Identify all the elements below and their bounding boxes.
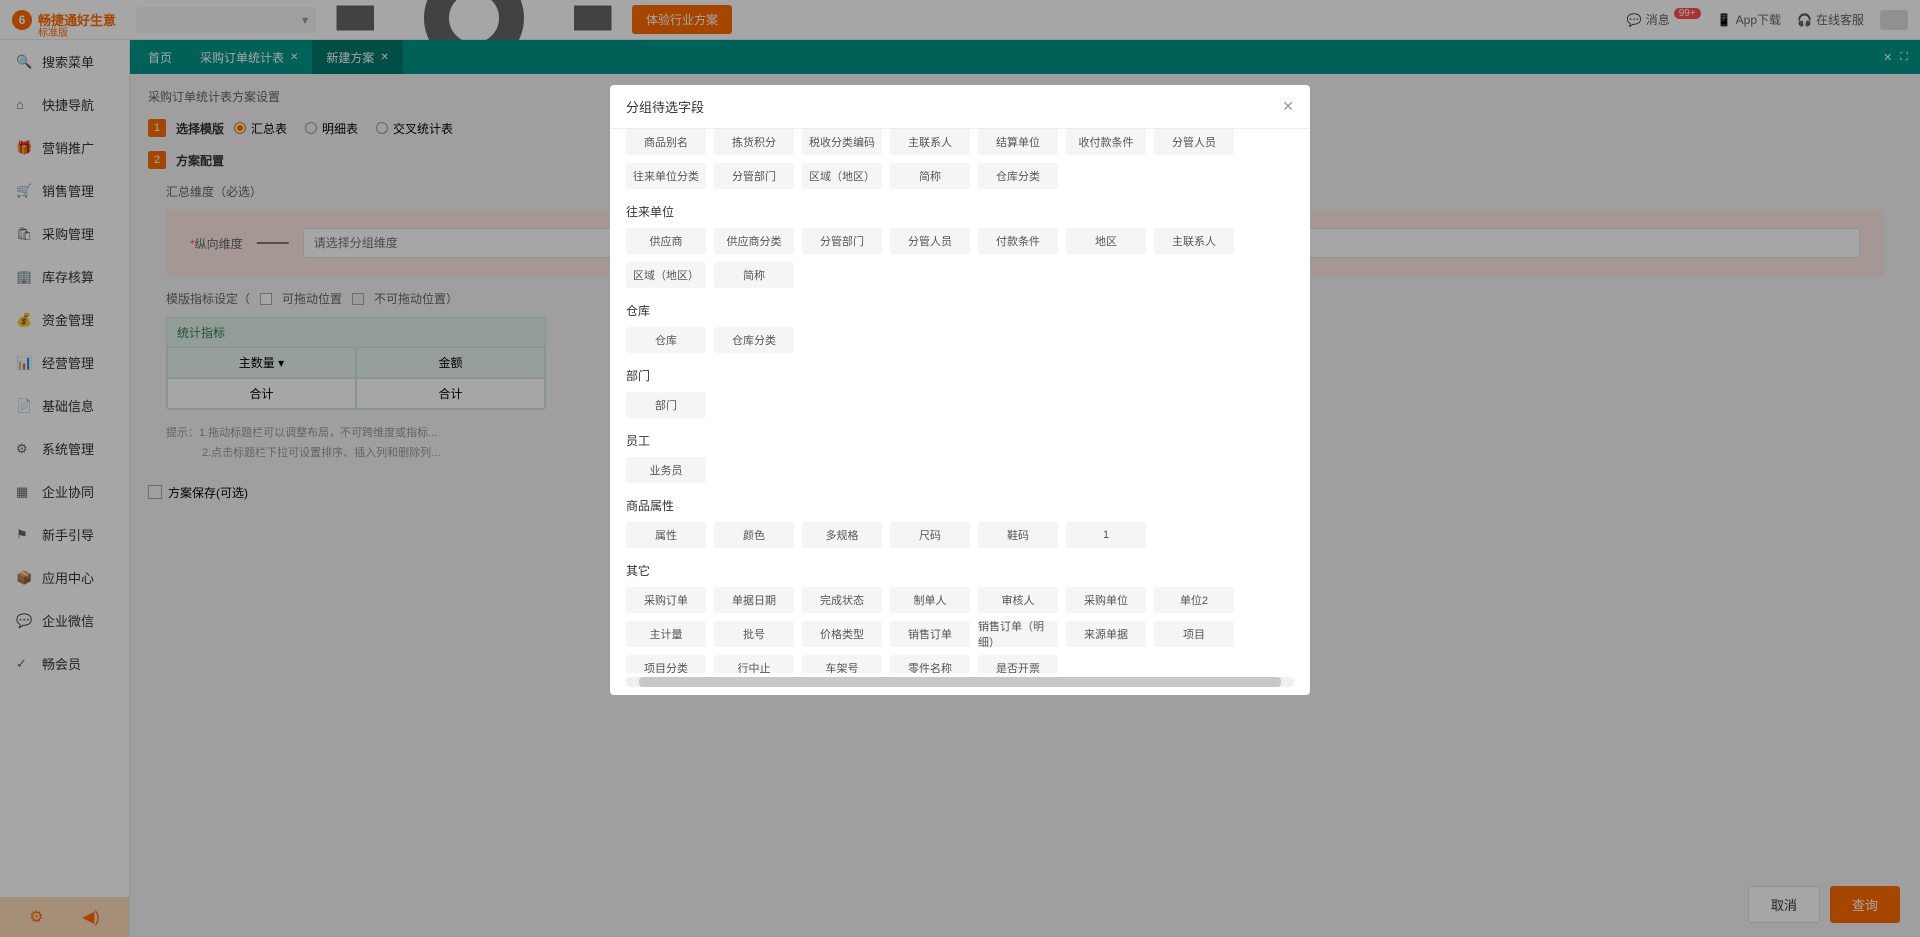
field-chip[interactable]: 主联系人 <box>1154 228 1234 254</box>
field-chip[interactable]: 仓库分类 <box>978 163 1058 189</box>
field-chip[interactable]: 1 <box>1066 522 1146 548</box>
field-chip[interactable]: 分管部门 <box>802 228 882 254</box>
field-group-title: 仓库 <box>626 302 1294 319</box>
field-chip[interactable]: 来源单据 <box>1066 621 1146 647</box>
field-chip[interactable]: 行中止 <box>714 655 794 673</box>
field-chip[interactable]: 付款条件 <box>978 228 1058 254</box>
field-chip[interactable]: 鞋码 <box>978 522 1058 548</box>
field-chip[interactable]: 结算单位 <box>978 129 1058 155</box>
field-chip[interactable]: 业务员 <box>626 457 706 483</box>
horizontal-scrollbar[interactable] <box>626 677 1294 687</box>
field-chip[interactable]: 主联系人 <box>890 129 970 155</box>
field-chip[interactable]: 区域（地区） <box>802 163 882 189</box>
field-group-title: 部门 <box>626 367 1294 384</box>
modal-title: 分组待选字段 <box>626 97 704 116</box>
field-chip[interactable]: 尺码 <box>890 522 970 548</box>
field-chip[interactable]: 项目分类 <box>626 655 706 673</box>
field-chip[interactable]: 单位2 <box>1154 587 1234 613</box>
field-select-modal: 分组待选字段 ✕ 商品别名拣货积分税收分类编码主联系人结算单位收付款条件分管人员… <box>610 85 1310 695</box>
field-chip[interactable]: 税收分类编码 <box>802 129 882 155</box>
field-chip[interactable]: 供应商 <box>626 228 706 254</box>
field-chip[interactable]: 简称 <box>890 163 970 189</box>
field-chip[interactable]: 采购订单 <box>626 587 706 613</box>
field-chip[interactable]: 分管人员 <box>890 228 970 254</box>
field-group-title: 员工 <box>626 432 1294 449</box>
field-chip[interactable]: 单据日期 <box>714 587 794 613</box>
field-chip[interactable]: 项目 <box>1154 621 1234 647</box>
field-chip[interactable]: 制单人 <box>890 587 970 613</box>
field-chip[interactable]: 地区 <box>1066 228 1146 254</box>
field-chip[interactable]: 采购单位 <box>1066 587 1146 613</box>
field-chip[interactable]: 完成状态 <box>802 587 882 613</box>
field-chip[interactable]: 多规格 <box>802 522 882 548</box>
field-chip[interactable]: 零件名称 <box>890 655 970 673</box>
field-group-title: 往来单位 <box>626 203 1294 220</box>
field-chip[interactable]: 是否开票 <box>978 655 1058 673</box>
field-chip[interactable]: 销售订单（明细） <box>978 621 1058 647</box>
field-chip[interactable]: 主计量 <box>626 621 706 647</box>
field-chip[interactable]: 价格类型 <box>802 621 882 647</box>
field-chip[interactable]: 仓库 <box>626 327 706 353</box>
field-chip[interactable]: 分管人员 <box>1154 129 1234 155</box>
field-chip[interactable]: 往来单位分类 <box>626 163 706 189</box>
field-chip[interactable]: 部门 <box>626 392 706 418</box>
field-chip[interactable]: 供应商分类 <box>714 228 794 254</box>
field-chip[interactable]: 车架号 <box>802 655 882 673</box>
field-group-title: 商品属性 <box>626 497 1294 514</box>
field-chip[interactable]: 批号 <box>714 621 794 647</box>
field-group-title: 其它 <box>626 562 1294 579</box>
field-chip[interactable]: 简称 <box>714 262 794 288</box>
field-chip[interactable]: 属性 <box>626 522 706 548</box>
field-chip[interactable]: 审核人 <box>978 587 1058 613</box>
scrollbar-thumb[interactable] <box>639 677 1280 687</box>
field-chip[interactable]: 颜色 <box>714 522 794 548</box>
field-chip[interactable]: 仓库分类 <box>714 327 794 353</box>
close-icon[interactable]: ✕ <box>1282 98 1294 115</box>
field-chip[interactable]: 分管部门 <box>714 163 794 189</box>
field-chip[interactable]: 区域（地区） <box>626 262 706 288</box>
field-chip[interactable]: 拣货积分 <box>714 129 794 155</box>
field-chip[interactable]: 销售订单 <box>890 621 970 647</box>
field-chip[interactable]: 商品别名 <box>626 129 706 155</box>
field-chip[interactable]: 收付款条件 <box>1066 129 1146 155</box>
